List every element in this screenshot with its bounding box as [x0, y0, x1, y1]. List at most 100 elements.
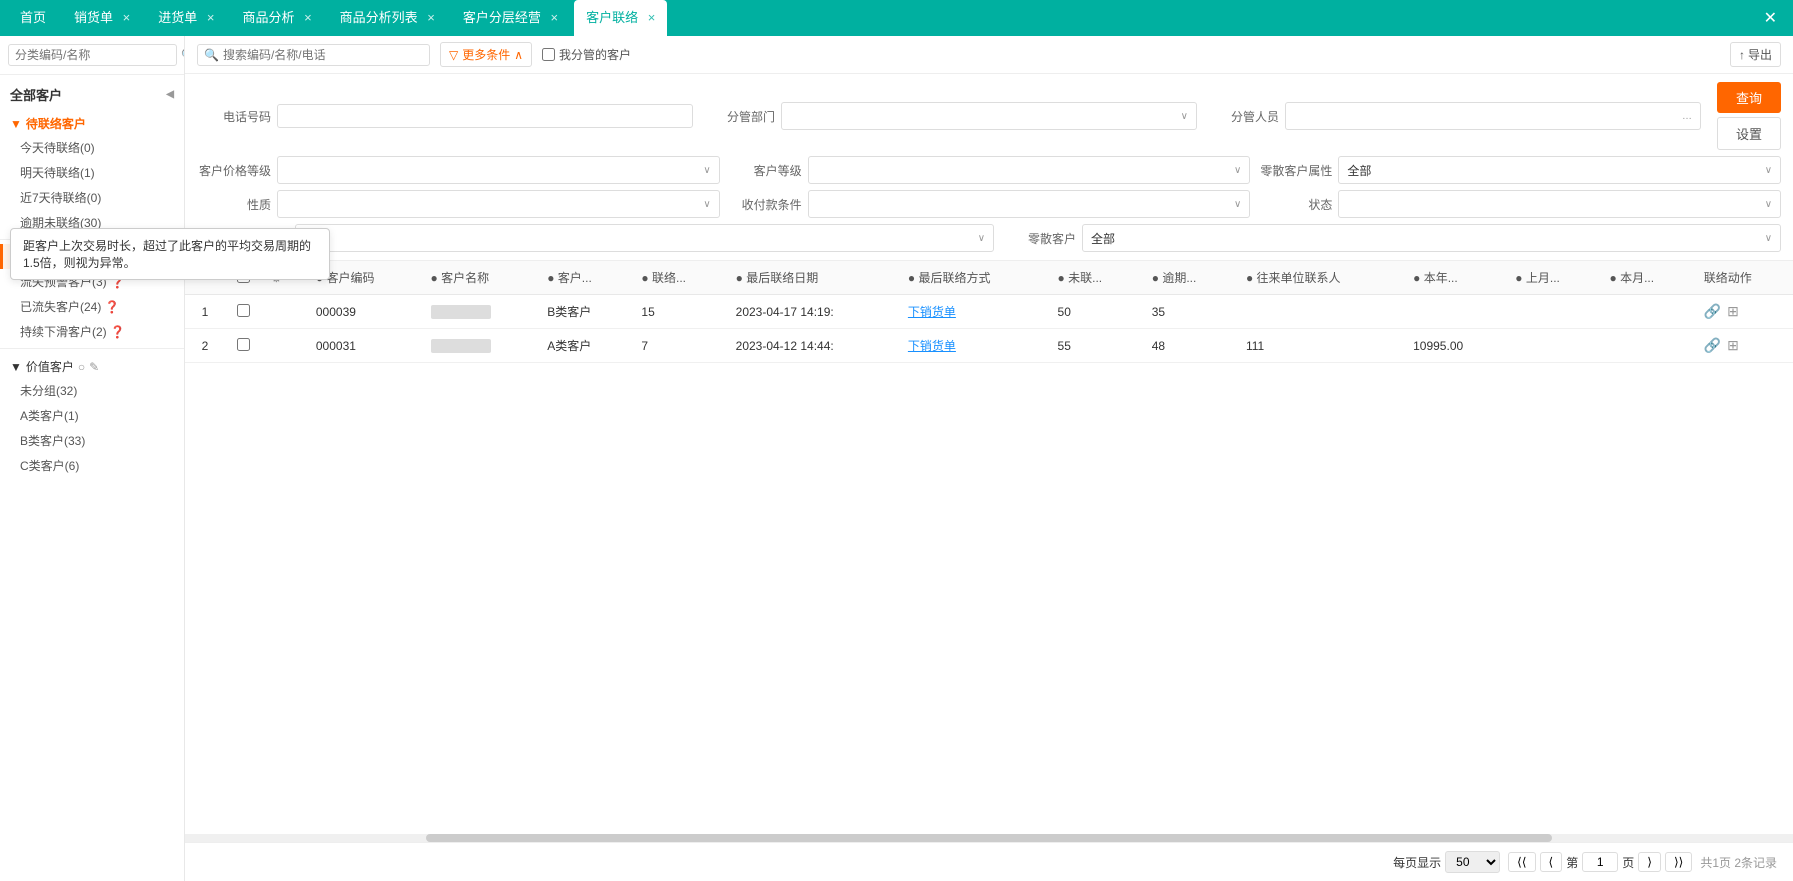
value-group-edit-icon[interactable]: ✎ — [89, 360, 99, 374]
cell-last-date-1: 2023-04-17 14:19: — [726, 295, 898, 329]
sidebar-item-declining[interactable]: 持续下滑客户(2) ❓ — [0, 319, 184, 344]
action-link-icon-1[interactable]: 🔗 — [1704, 303, 1721, 320]
nav-segment-close[interactable]: × — [551, 10, 559, 25]
horizontal-scrollbar[interactable] — [185, 834, 1793, 842]
col-header-last-date[interactable]: ● 最后联络日期 — [726, 261, 898, 295]
col-header-last-month[interactable]: ● 上月... — [1505, 261, 1599, 295]
filter-status-select[interactable]: ∨ — [1338, 190, 1781, 218]
next-page-btn[interactable]: ⟩ — [1638, 852, 1661, 872]
level-chevron-icon: ∨ — [1234, 165, 1241, 176]
filter-gender: 性质 ∨ — [197, 190, 720, 218]
col-header-this-year[interactable]: ● 本年... — [1403, 261, 1505, 295]
nav-purchase[interactable]: 进货单 × — [146, 0, 226, 36]
scrollbar-thumb[interactable] — [426, 834, 1552, 842]
cell-last-month-2 — [1505, 329, 1599, 363]
nav-customer-segment[interactable]: 客户分层经营 × — [451, 0, 570, 36]
sidebar-all-customers[interactable]: 全部客户 ◀ — [0, 79, 184, 110]
action-grid-icon-1[interactable]: ⊞ — [1727, 303, 1739, 320]
nav-product-analysis[interactable]: 商品分析 × — [230, 0, 323, 36]
sidebar-item-7day-pending[interactable]: 近7天待联络(0) — [0, 185, 184, 210]
sidebar-item-tomorrow-pending[interactable]: 明天待联络(1) — [0, 160, 184, 185]
nav-home[interactable]: 首页 — [8, 0, 58, 36]
row1-checkbox[interactable] — [237, 304, 250, 317]
last-method-link-1[interactable]: 下销货单 — [908, 305, 956, 319]
filter-price-select[interactable]: ∨ — [277, 156, 720, 184]
per-page-select[interactable]: 50 20 100 — [1445, 851, 1500, 873]
filter-payment-label: 收付款条件 — [728, 196, 808, 213]
sidebar-item-class-a[interactable]: A类客户(1) — [0, 403, 184, 428]
col-header-overdue[interactable]: ● 逾期... — [1142, 261, 1236, 295]
help-icon-declining[interactable]: ❓ — [110, 325, 125, 339]
cell-name-2 — [421, 329, 538, 363]
last-method-link-2[interactable]: 下销货单 — [908, 339, 956, 353]
filter-person-label: 分管人员 — [1205, 108, 1285, 125]
more-conditions-label: 更多条件 — [462, 46, 510, 63]
query-button[interactable]: 查询 — [1717, 82, 1781, 113]
col-header-this-month[interactable]: ● 本月... — [1600, 261, 1694, 295]
my-customers-checkbox[interactable] — [542, 48, 555, 61]
filter-person-select[interactable]: … — [1285, 102, 1701, 130]
toolbar-search-box: 🔍 — [197, 44, 430, 66]
cell-this-month-1 — [1600, 295, 1694, 329]
sidebar-item-churned[interactable]: 已流失客户(24) ❓ — [0, 294, 184, 319]
cell-contact-1: 15 — [631, 295, 725, 329]
col-header-type[interactable]: ● 客户... — [537, 261, 631, 295]
col-header-contact[interactable]: ● 联络... — [631, 261, 725, 295]
nav-sales-close[interactable]: × — [123, 10, 131, 25]
cell-overdue-1: 35 — [1142, 295, 1236, 329]
settings-button[interactable]: 设置 — [1717, 117, 1781, 150]
sidebar-group-pending[interactable]: ▼ 待联络客户 — [0, 110, 184, 135]
nav-product-analysis-close[interactable]: × — [304, 10, 312, 25]
total-info: 共1页 2条记录 — [1700, 854, 1777, 871]
sidebar-item-today-pending[interactable]: 今天待联络(0) — [0, 135, 184, 160]
filter-price-label: 客户价格等级 — [197, 162, 277, 179]
nav-product-analysis-list[interactable]: 商品分析列表 × — [328, 0, 447, 36]
filter-retail-customer-select[interactable]: 全部 ∨ — [1082, 224, 1781, 252]
toolbar-search-icon: 🔍 — [204, 48, 219, 62]
col-header-related-person[interactable]: ● 往来单位联系人 — [1236, 261, 1403, 295]
filter-dept-select[interactable]: ∨ — [781, 102, 1197, 130]
per-page-area: 每页显示 50 20 100 — [1393, 851, 1500, 873]
export-button[interactable]: ↑ 导出 — [1730, 42, 1781, 67]
nav-sales[interactable]: 销货单 × — [62, 0, 142, 36]
action-link-icon-2[interactable]: 🔗 — [1704, 337, 1721, 354]
more-conditions-btn[interactable]: ▽ 更多条件 ∧ — [440, 42, 532, 67]
filter-gender-label: 性质 — [197, 196, 277, 213]
cell-this-year-2: 10995.00 — [1403, 329, 1505, 363]
cell-last-date-2: 2023-04-12 14:44: — [726, 329, 898, 363]
nav-product-list-close[interactable]: × — [427, 10, 435, 25]
filter-gender-select[interactable]: ∨ — [277, 190, 720, 218]
prev-page-btn[interactable]: ⟨ — [1540, 852, 1563, 872]
page-number-input[interactable] — [1582, 852, 1618, 872]
col-header-name[interactable]: ● 客户名称 — [421, 261, 538, 295]
col-header-last-method[interactable]: ● 最后联络方式 — [898, 261, 1048, 295]
cell-num-1: 1 — [185, 295, 225, 329]
sidebar-item-class-c[interactable]: C类客户(6) — [0, 453, 184, 478]
sidebar-search-input[interactable] — [8, 44, 177, 66]
filter-customer-level-select[interactable]: ∨ — [808, 156, 1251, 184]
nav-customer-contact[interactable]: 客户联络 × — [574, 0, 667, 36]
nav-purchase-close[interactable]: × — [207, 10, 215, 25]
toolbar-search-input[interactable] — [223, 48, 423, 62]
value-group-circle-icon[interactable]: ○ — [78, 360, 85, 374]
filter-customer-type-select[interactable]: ∨ — [295, 224, 994, 252]
filter-payment-select[interactable]: ∨ — [808, 190, 1251, 218]
filter-retail-attr-select[interactable]: 全部 ∨ — [1338, 156, 1781, 184]
nav-contact-close[interactable]: × — [648, 10, 656, 25]
cell-this-year-1 — [1403, 295, 1505, 329]
first-page-btn[interactable]: ⟨⟨ — [1508, 852, 1535, 872]
col-header-not-contacted[interactable]: ● 未联... — [1048, 261, 1142, 295]
filter-retail-customer: 零散客户 全部 ∨ — [1002, 224, 1781, 252]
action-grid-icon-2[interactable]: ⊞ — [1727, 337, 1739, 354]
sidebar-item-class-b[interactable]: B类客户(33) — [0, 428, 184, 453]
app-close-button[interactable]: ✕ — [1756, 8, 1785, 28]
help-icon-churned[interactable]: ❓ — [105, 300, 120, 314]
sidebar-item-ungroup[interactable]: 未分组(32) — [0, 378, 184, 403]
last-page-btn[interactable]: ⟩⟩ — [1665, 852, 1692, 872]
row2-checkbox[interactable] — [237, 338, 250, 351]
cell-name-1 — [421, 295, 538, 329]
filter-phone-input[interactable] — [277, 104, 693, 128]
cell-last-method-2: 下销货单 — [898, 329, 1048, 363]
cell-empty-1 — [261, 295, 306, 329]
filter-customer-level: 客户等级 ∨ — [728, 156, 1251, 184]
